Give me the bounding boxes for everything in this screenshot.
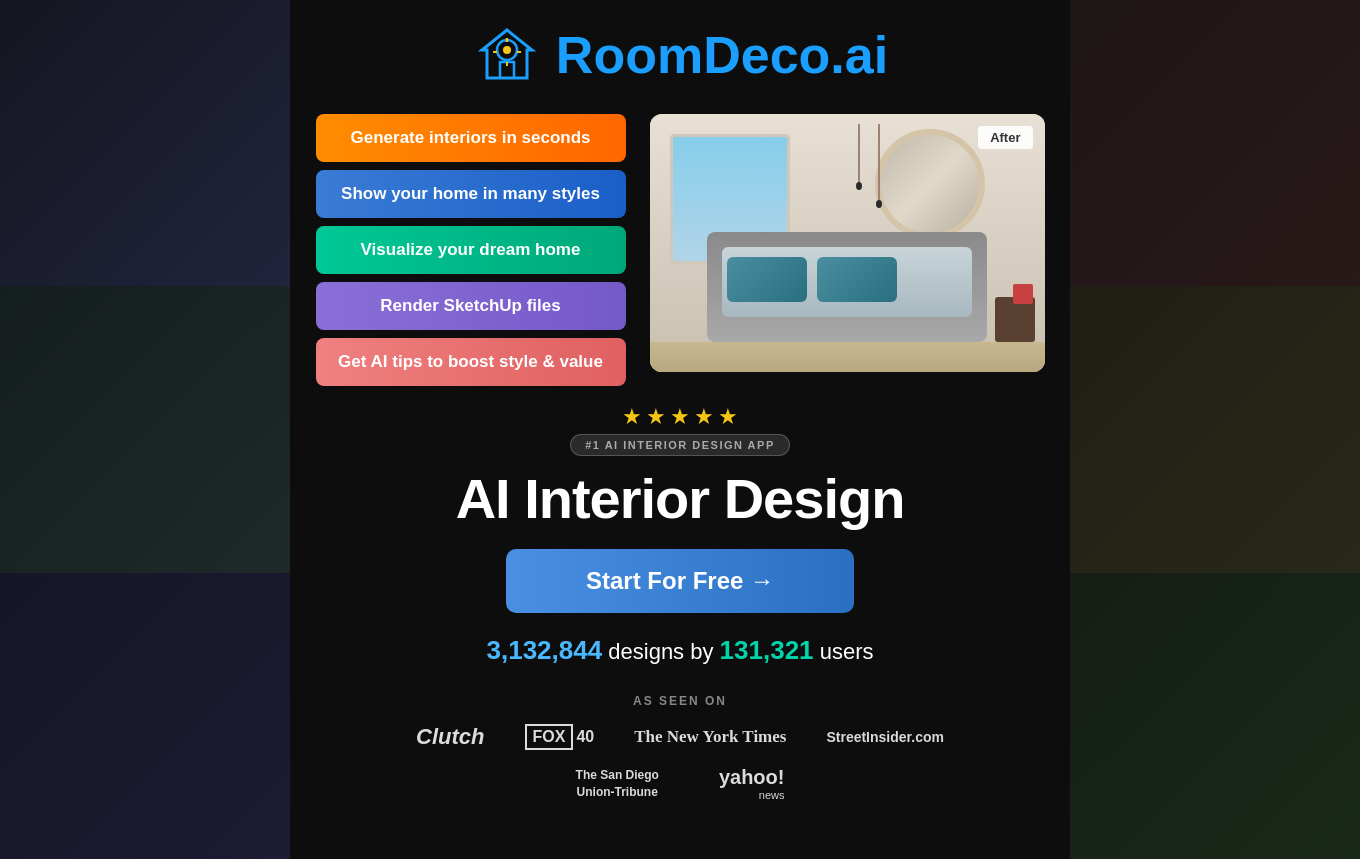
logo-text-ai: .ai — [830, 26, 888, 84]
feature-sketchup-btn[interactable]: Render SketchUp files — [316, 282, 626, 330]
main-content: RoomDeco.ai Generate interiors in second… — [0, 0, 1360, 859]
stats-row: 3,132,844 designs by 131,321 users — [486, 635, 873, 666]
bedroom-simulation — [650, 114, 1045, 372]
star-4: ★ — [694, 404, 714, 430]
star-1: ★ — [622, 404, 642, 430]
clutch-logo: Clutch — [416, 724, 484, 750]
bedroom-bed — [707, 232, 987, 342]
feature-visualize-btn[interactable]: Visualize your dream home — [316, 226, 626, 274]
press-logos-row2: The San Diego Union-Tribune yahoo!news — [576, 766, 785, 801]
logo-text: RoomDeco.ai — [556, 25, 888, 85]
stars-row: ★ ★ ★ ★ ★ — [622, 404, 738, 430]
star-2: ★ — [646, 404, 666, 430]
room-image: After — [650, 114, 1045, 372]
cta-button[interactable]: Start For Free → — [506, 549, 854, 613]
svg-point-5 — [503, 46, 511, 54]
star-3: ★ — [670, 404, 690, 430]
star-5: ★ — [718, 404, 738, 430]
cta-label: Start For Free → — [586, 567, 774, 595]
rating-section: ★ ★ ★ ★ ★ #1 AI INTERIOR DESIGN APP — [570, 404, 790, 456]
nyt-logo: The New York Times — [634, 727, 786, 747]
street-insider-logo: StreetInsider.com — [826, 729, 944, 745]
designs-count: 3,132,844 — [486, 635, 602, 665]
bedroom-mirror — [875, 129, 985, 239]
features-column: Generate interiors in seconds Show your … — [316, 114, 626, 386]
san-diego-logo: The San Diego Union-Tribune — [576, 767, 659, 801]
main-row: Generate interiors in seconds Show your … — [316, 114, 1045, 386]
designs-label: designs by — [608, 639, 713, 664]
users-count: 131,321 — [720, 635, 814, 665]
feature-generate-btn[interactable]: Generate interiors in seconds — [316, 114, 626, 162]
bedroom-pillow1 — [727, 257, 807, 302]
feature-styles-btn[interactable]: Show your home in many styles — [316, 170, 626, 218]
logo-text-main: RoomDeco — [556, 26, 830, 84]
as-seen-section: AS SEEN ON Clutch FOX 40 The New York Ti… — [416, 694, 944, 801]
feature-ai-tips-btn[interactable]: Get AI tips to boost style & value — [316, 338, 626, 386]
press-logos-row1: Clutch FOX 40 The New York Times StreetI… — [416, 724, 944, 750]
bedroom-pillow2 — [817, 257, 897, 302]
main-heading: AI Interior Design — [456, 466, 905, 531]
yahoo-logo: yahoo!news — [719, 766, 785, 801]
fox40-logo: FOX 40 — [525, 724, 595, 750]
logo-icon — [472, 20, 542, 90]
app-badge: #1 AI INTERIOR DESIGN APP — [570, 434, 790, 456]
logo-area: RoomDeco.ai — [472, 20, 888, 90]
after-badge: After — [978, 126, 1032, 149]
as-seen-label: AS SEEN ON — [633, 694, 727, 708]
users-label: users — [820, 639, 874, 664]
